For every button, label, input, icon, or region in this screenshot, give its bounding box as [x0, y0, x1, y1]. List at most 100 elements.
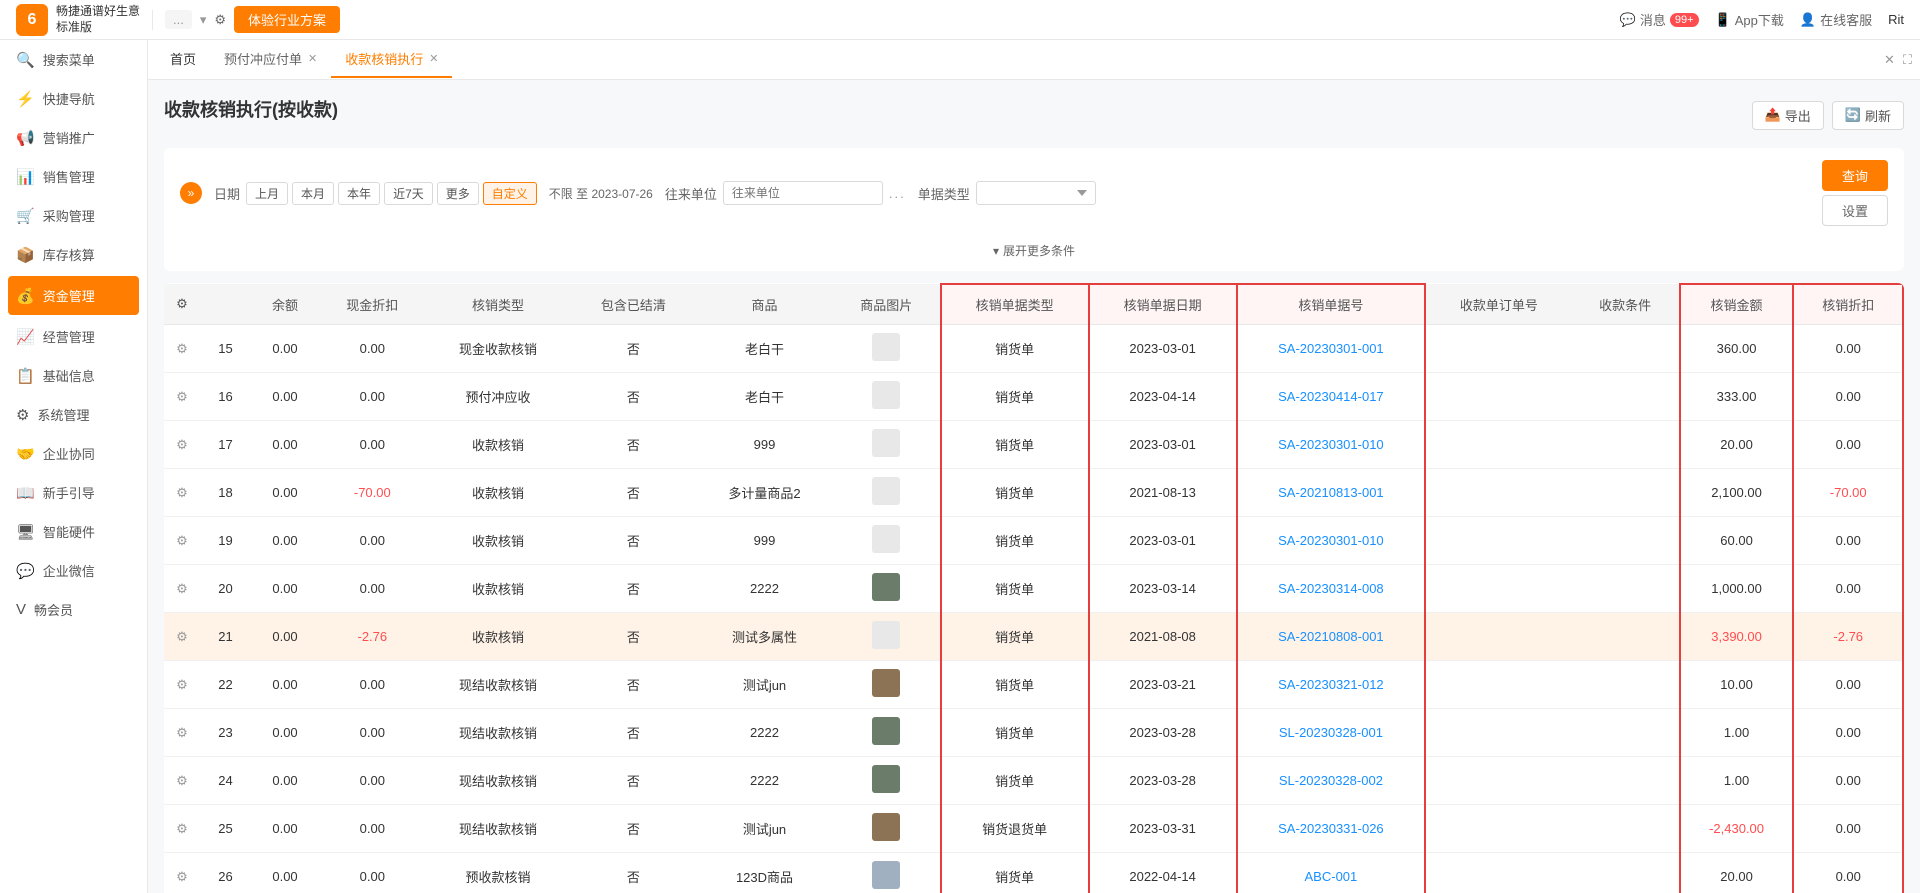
- col-gear[interactable]: ⚙: [164, 284, 200, 325]
- td-verify-bill-no[interactable]: SA-20230301-010: [1237, 421, 1426, 469]
- from-unit-input[interactable]: [723, 181, 883, 205]
- sidebar-item-operations[interactable]: 📈 经营管理: [0, 317, 147, 356]
- td-balance: 0.00: [251, 325, 319, 373]
- td-gear[interactable]: ⚙: [164, 565, 200, 613]
- refresh-icon: 🔄: [1845, 107, 1861, 123]
- td-gear[interactable]: ⚙: [164, 853, 200, 893]
- td-gear[interactable]: ⚙: [164, 661, 200, 709]
- td-include-settled: 否: [571, 613, 697, 661]
- trial-btn[interactable]: 体验行业方案: [234, 6, 340, 33]
- td-verify-bill-no[interactable]: SA-20230414-017: [1237, 373, 1426, 421]
- tab-bar-actions: ✕ ⛶: [1884, 52, 1912, 68]
- td-verify-bill-no[interactable]: SA-20230301-010: [1237, 517, 1426, 565]
- export-button[interactable]: 📤 导出: [1752, 101, 1824, 130]
- sidebar-item-sales[interactable]: 📊 销售管理: [0, 157, 147, 196]
- td-receipt-order-no: [1425, 709, 1571, 757]
- td-cash-discount: 0.00: [319, 565, 426, 613]
- purchase-icon: 🛒: [16, 207, 35, 225]
- sidebar-item-search[interactable]: 🔍 搜索菜单: [0, 40, 147, 79]
- sidebar-item-hardware[interactable]: 🖥 智能硬件: [0, 512, 147, 551]
- last-7days-btn[interactable]: 近7天: [384, 182, 433, 205]
- sidebar-item-basic[interactable]: 📋 基础信息: [0, 356, 147, 395]
- export-icon: 📤: [1765, 107, 1781, 123]
- td-num: 21: [200, 613, 251, 661]
- td-verify-bill-no[interactable]: SA-20210813-001: [1237, 469, 1426, 517]
- td-gear[interactable]: ⚙: [164, 613, 200, 661]
- td-product: 2222: [696, 709, 832, 757]
- td-verify-bill-no[interactable]: SA-20210808-001: [1237, 613, 1426, 661]
- sidebar-item-nav[interactable]: ⚡ 快捷导航: [0, 79, 147, 118]
- td-cash-discount: 0.00: [319, 325, 426, 373]
- td-verify-bill-no[interactable]: SL-20230328-001: [1237, 709, 1426, 757]
- col-verify-bill-no: 核销单据号: [1237, 284, 1426, 325]
- refresh-button[interactable]: 🔄 刷新: [1832, 101, 1904, 130]
- last-month-btn[interactable]: 上月: [246, 182, 288, 205]
- online-service-link[interactable]: 👤 在线客服: [1800, 10, 1872, 29]
- sidebar-item-finance[interactable]: 💰 资金管理: [8, 276, 139, 315]
- td-verify-amount: 3,390.00: [1680, 613, 1794, 661]
- filter-settings-button[interactable]: 设置: [1822, 195, 1888, 226]
- table-settings-icon[interactable]: ⚙: [176, 296, 188, 311]
- inventory-icon: 📦: [16, 246, 35, 264]
- tab-home[interactable]: 首页: [156, 41, 210, 78]
- filter-action-btns: 查询 设置: [1822, 160, 1888, 226]
- filter-expand-button[interactable]: »: [180, 182, 202, 204]
- td-gear[interactable]: ⚙: [164, 469, 200, 517]
- td-verify-type: 收款核销: [426, 613, 571, 661]
- sidebar-item-purchase[interactable]: 🛒 采购管理: [0, 196, 147, 235]
- expand-more-button[interactable]: ▾ 展开更多条件: [993, 242, 1075, 259]
- app-download-link[interactable]: 📱 App下载: [1715, 10, 1784, 29]
- tab-verify[interactable]: 收款核销执行 ✕: [331, 41, 452, 78]
- td-verify-bill-type: 销货退货单: [941, 805, 1089, 853]
- td-verify-bill-no[interactable]: ABC-001: [1237, 853, 1426, 893]
- col-num: [200, 284, 251, 325]
- company-dropdown-icon[interactable]: ▾: [200, 12, 207, 28]
- td-receipt-condition: [1572, 709, 1680, 757]
- sidebar-item-marketing[interactable]: 📢 营销推广: [0, 118, 147, 157]
- this-year-btn[interactable]: 本年: [338, 182, 380, 205]
- td-gear[interactable]: ⚙: [164, 805, 200, 853]
- table-row: ⚙ 15 0.00 0.00 现金收款核销 否 老白干 销货单 2023-03-…: [164, 325, 1903, 373]
- tab-expand-icon[interactable]: ⛶: [1903, 52, 1912, 68]
- tab-close-prepay[interactable]: ✕: [308, 52, 317, 65]
- td-gear[interactable]: ⚙: [164, 517, 200, 565]
- message-icon[interactable]: 💬 消息 99+: [1620, 10, 1699, 29]
- more-btn[interactable]: 更多: [437, 182, 479, 205]
- bill-type-select[interactable]: [976, 181, 1096, 205]
- tab-close-window-icon[interactable]: ✕: [1884, 52, 1895, 68]
- td-gear[interactable]: ⚙: [164, 373, 200, 421]
- td-verify-bill-no[interactable]: SA-20230331-026: [1237, 805, 1426, 853]
- td-verify-bill-no[interactable]: SA-20230301-001: [1237, 325, 1426, 373]
- td-receipt-condition: [1572, 373, 1680, 421]
- td-include-settled: 否: [571, 373, 697, 421]
- settings-icon[interactable]: ⚙: [214, 12, 226, 28]
- sidebar-item-enterprise[interactable]: 🤝 企业协同: [0, 434, 147, 473]
- sidebar-item-label: 智能硬件: [43, 522, 95, 541]
- td-verify-discount: 0.00: [1793, 565, 1903, 613]
- td-verify-bill-no[interactable]: SA-20230314-008: [1237, 565, 1426, 613]
- td-verify-bill-no[interactable]: SL-20230328-002: [1237, 757, 1426, 805]
- col-verify-amount: 核销金额: [1680, 284, 1794, 325]
- td-gear[interactable]: ⚙: [164, 709, 200, 757]
- query-button[interactable]: 查询: [1822, 160, 1888, 191]
- sidebar-item-system[interactable]: ⚙ 系统管理: [0, 395, 147, 434]
- td-receipt-condition: [1572, 613, 1680, 661]
- sidebar-item-vip[interactable]: V 畅会员: [0, 590, 147, 629]
- sidebar-item-guide[interactable]: 📖 新手引导: [0, 473, 147, 512]
- td-verify-bill-no[interactable]: SA-20230321-012: [1237, 661, 1426, 709]
- td-gear[interactable]: ⚙: [164, 757, 200, 805]
- this-month-btn[interactable]: 本月: [292, 182, 334, 205]
- page-content: 收款核销执行(按收款) 📤 导出 🔄 刷新 »: [148, 80, 1920, 893]
- tab-close-verify[interactable]: ✕: [429, 52, 438, 65]
- td-gear[interactable]: ⚙: [164, 421, 200, 469]
- td-gear[interactable]: ⚙: [164, 325, 200, 373]
- td-receipt-condition: [1572, 805, 1680, 853]
- sidebar-item-inventory[interactable]: 📦 库存核算: [0, 235, 147, 274]
- custom-btn[interactable]: 自定义: [483, 182, 537, 205]
- from-unit-label: 往来单位: [665, 184, 717, 203]
- tab-prepay[interactable]: 预付冲应付单 ✕: [210, 41, 331, 78]
- td-verify-bill-date: 2022-04-14: [1089, 853, 1237, 893]
- td-num: 23: [200, 709, 251, 757]
- sidebar-item-wechat[interactable]: 💬 企业微信: [0, 551, 147, 590]
- td-product: 老白干: [696, 373, 832, 421]
